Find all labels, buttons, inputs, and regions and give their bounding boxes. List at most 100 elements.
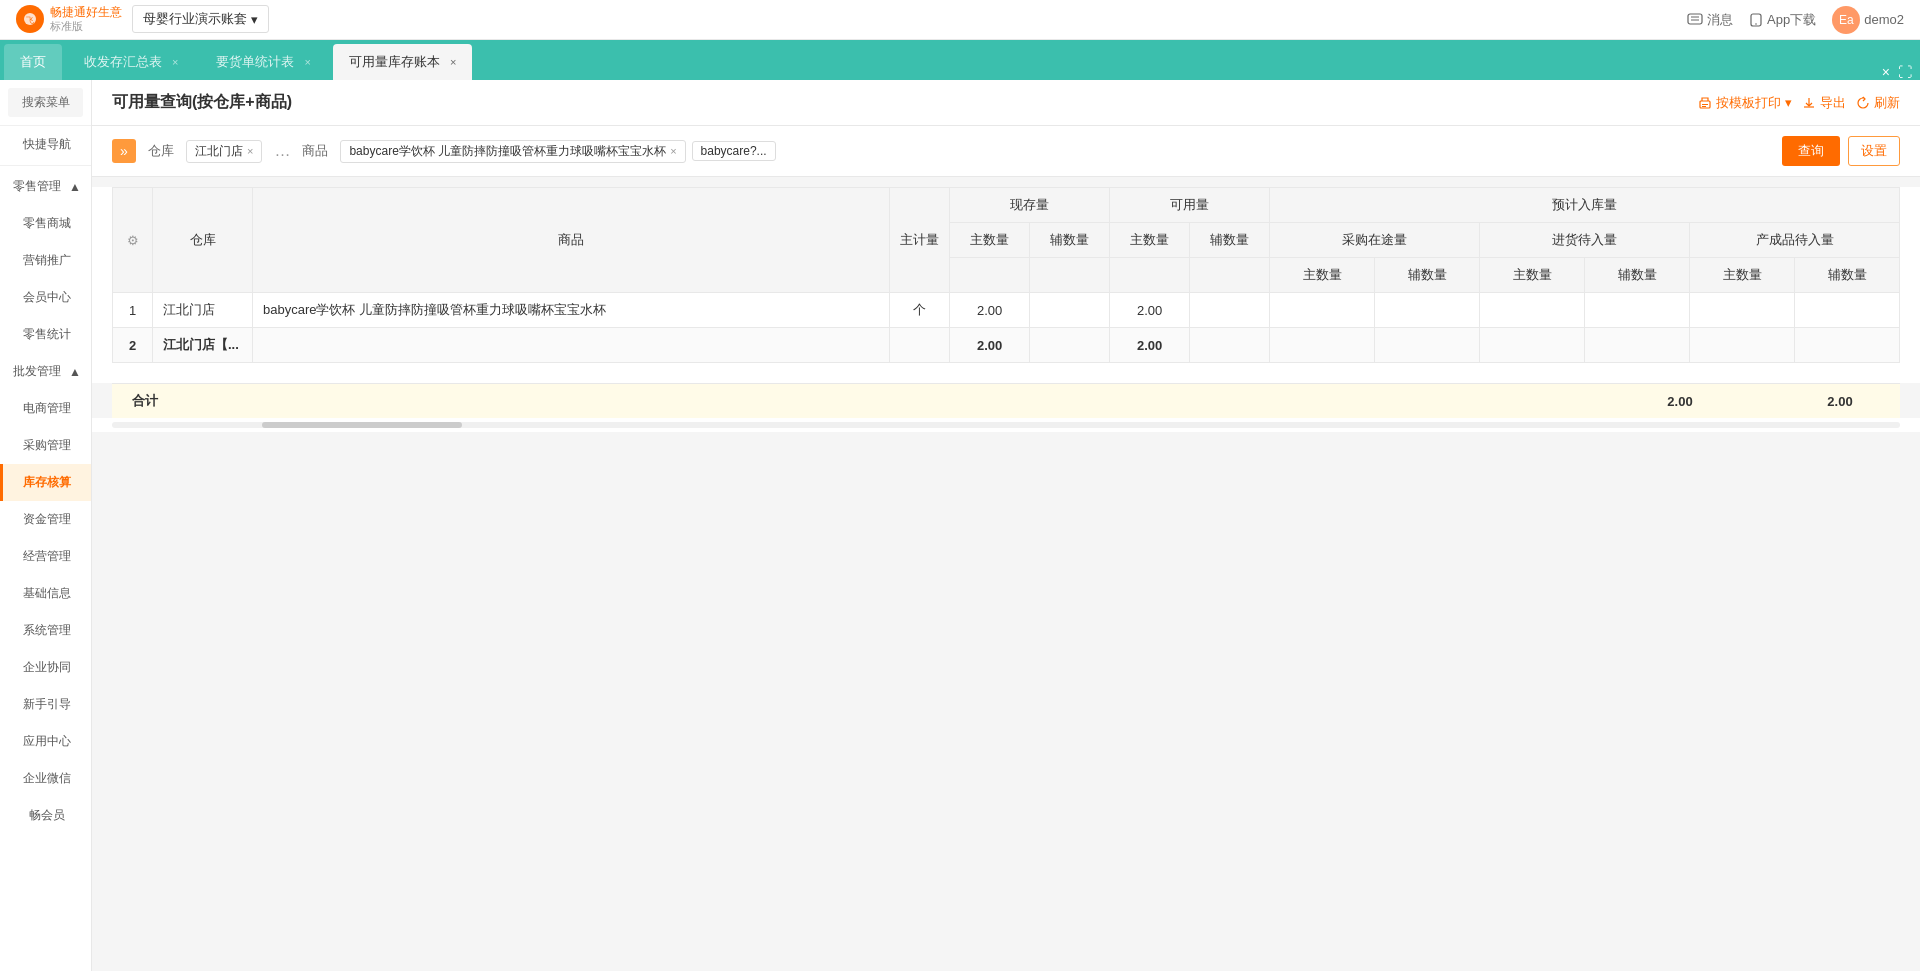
dropdown-icon: ▾ [251,12,258,27]
scrollbar-thumb[interactable] [262,422,462,428]
search-menu-btn[interactable]: 搜索菜单 [8,88,83,117]
row1-prod-aux [1795,293,1900,328]
print-btn[interactable]: 按模板打印 ▾ [1698,94,1792,112]
tab-available-stock-close[interactable]: × [450,56,456,68]
th-stock-main: 主数量 [950,223,1030,258]
sidebar-item-enterprise[interactable]: 企业协同 [0,649,91,686]
row2-prod-main [1690,328,1795,363]
expand-btn[interactable]: » [112,139,136,163]
settings-btn[interactable]: 设置 [1848,136,1900,166]
export-label: 导出 [1820,94,1846,112]
message-label: 消息 [1707,11,1733,29]
th-settings-icon[interactable]: ⚙ [113,188,153,293]
purchase-label: 采购管理 [23,438,71,452]
sidebar-item-wholesale[interactable]: 批发管理 ▲ [0,353,91,390]
tab-receivables-close[interactable]: × [172,56,178,68]
th-avail-aux: 辅数量 [1190,223,1270,258]
svg-rect-2 [1688,14,1702,24]
sidebar-item-newcomer[interactable]: 新手引导 [0,686,91,723]
th-incoming: 进货待入量 [1480,223,1690,258]
scrollbar-track[interactable] [112,422,1900,428]
product-tag-0[interactable]: babycare学饮杯 儿童防摔防撞吸管杯重力球吸嘴杯宝宝水杯 × [340,140,685,163]
svg-point-4 [1755,23,1757,25]
industry-label: 母婴行业演示账套 [143,10,247,28]
row2-product [253,328,890,363]
tab-home[interactable]: 首页 [4,44,62,80]
th-stock-main2 [950,258,1030,293]
sidebar-item-operations[interactable]: 经营管理 [0,538,91,575]
page-title: 可用量查询(按仓库+商品) [112,92,292,113]
sidebar-item-retail-mgmt[interactable]: 零售管理 ▲ [0,168,91,205]
filter-more-btn[interactable]: … [274,142,290,160]
th-production: 产成品待入量 [1690,223,1900,258]
refresh-btn[interactable]: 刷新 [1856,94,1900,112]
marketing-label: 营销推广 [23,253,71,267]
top-bar-right: 消息 App下载 Ea demo2 [1687,6,1904,34]
footer-label: 合计 [132,392,332,410]
row1-pt-main [1270,293,1375,328]
row2-num: 2 [113,328,153,363]
tab-receivables-label: 收发存汇总表 [84,53,162,71]
sidebar-item-member[interactable]: 会员中心 [0,279,91,316]
user-area[interactable]: Ea demo2 [1832,6,1904,34]
sidebar-item-retail-mall[interactable]: 零售商城 [0,205,91,242]
tab-available-stock[interactable]: 可用量库存账本 × [333,44,472,80]
row2-warehouse: 江北门店【... [153,328,253,363]
sidebar-item-basic-info[interactable]: 基础信息 [0,575,91,612]
quick-nav-label: 快捷导航 [23,137,71,151]
print-label: 按模板打印 [1716,94,1781,112]
row1-ip-aux [1585,293,1690,328]
tab-orders-close[interactable]: × [304,56,310,68]
sidebar-item-finance[interactable]: 资金管理 [0,501,91,538]
close-all-btn[interactable]: × [1882,64,1890,80]
sidebar-item-inventory[interactable]: 库存核算 [0,464,91,501]
export-btn[interactable]: 导出 [1802,94,1846,112]
th-pt-main: 主数量 [1270,258,1375,293]
table-container: ⚙ 仓库 商品 主计量 现存量 [92,187,1920,383]
sidebar-item-purchase[interactable]: 采购管理 [0,427,91,464]
ecommerce-label: 电商管理 [23,401,71,415]
tab-home-label: 首页 [20,53,46,71]
logo-sub: 标准版 [50,19,122,34]
industry-selector[interactable]: 母婴行业演示账套 ▾ [132,5,269,33]
sidebar-divider-1 [0,165,91,166]
message-btn[interactable]: 消息 [1687,11,1733,29]
col-settings-icon[interactable]: ⚙ [127,233,139,248]
app-center-label: 应用中心 [23,734,71,748]
member2-label: 畅会员 [29,808,65,822]
row2-stock-main: 2.00 [950,328,1030,363]
sidebar-item-retail-stats[interactable]: 零售统计 [0,316,91,353]
sidebar-item-wechat[interactable]: 企业微信 [0,760,91,797]
warehouse-tag-0[interactable]: 江北门店 × [186,140,262,163]
th-avail-aux2 [1190,258,1270,293]
sidebar-item-marketing[interactable]: 营销推广 [0,242,91,279]
th-current-stock: 现存量 [950,188,1110,223]
sidebar-item-ecommerce[interactable]: 电商管理 [0,390,91,427]
svg-rect-7 [1702,106,1706,107]
inventory-label: 库存核算 [23,475,71,489]
tab-receivables[interactable]: 收发存汇总表 × [68,44,194,80]
sidebar-item-member2[interactable]: 畅会员 [0,797,91,834]
app-download-btn[interactable]: App下载 [1749,11,1816,29]
product-tag-1[interactable]: babycare?... [692,141,776,161]
row1-stock-main: 2.00 [950,293,1030,328]
filter-bar: » 仓库 江北门店 × … 商品 babycare学饮杯 儿童防摔防撞吸管杯重力… [92,126,1920,177]
th-stock-aux: 辅数量 [1030,223,1110,258]
product-tag-0-remove[interactable]: × [670,145,676,157]
row2-pt-main [1270,328,1375,363]
sidebar-item-app-center[interactable]: 应用中心 [0,723,91,760]
th-ip-aux: 辅数量 [1585,258,1690,293]
sidebar-item-system[interactable]: 系统管理 [0,612,91,649]
th-avail-main2 [1110,258,1190,293]
maximize-btn[interactable]: ⛶ [1898,64,1912,80]
export-icon [1802,96,1816,110]
tab-orders[interactable]: 要货单统计表 × [200,44,326,80]
sidebar-search: 搜索菜单 [0,80,91,126]
top-bar: 飞 畅捷通好生意 标准版 母婴行业演示账套 ▾ 消息 App下载 Ea demo… [0,0,1920,40]
query-btn[interactable]: 查询 [1782,136,1840,166]
scrollbar-area [92,418,1920,432]
page-actions: 按模板打印 ▾ 导出 刷新 [1698,94,1900,112]
sidebar-item-quick-nav[interactable]: 快捷导航 [0,126,91,163]
warehouse-tag-0-remove[interactable]: × [247,145,253,157]
product-filter-label: 商品 [302,142,328,160]
